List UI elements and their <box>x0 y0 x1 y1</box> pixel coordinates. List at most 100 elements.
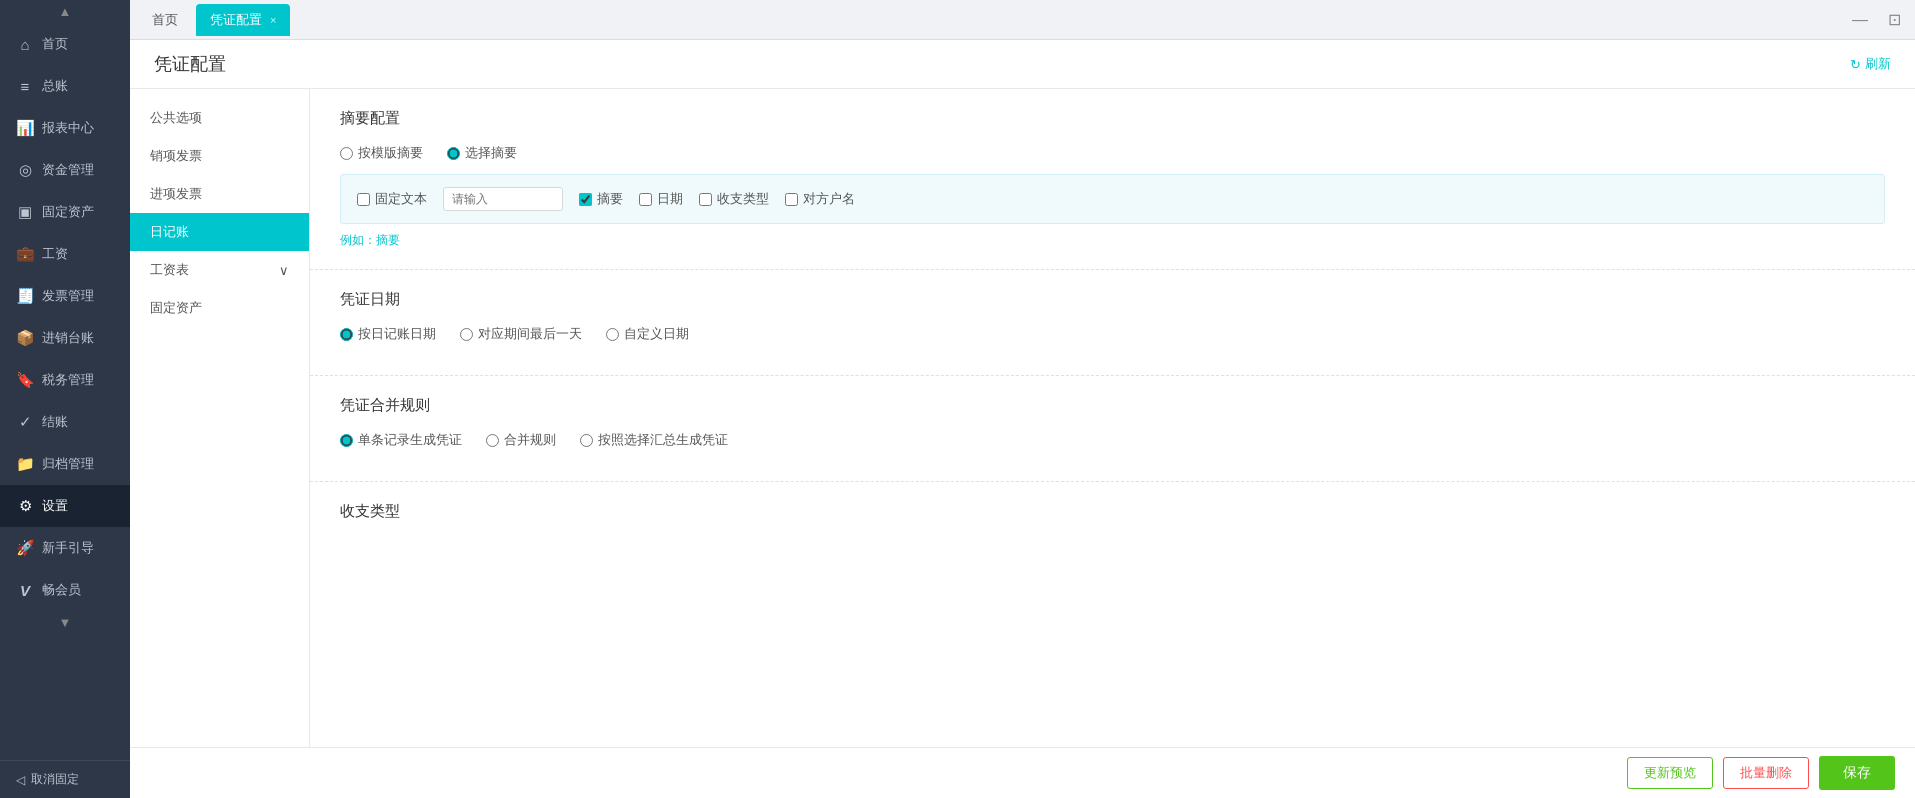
guide-icon: 🚀 <box>16 539 34 557</box>
radio-by-template[interactable]: 按模版摘要 <box>340 144 423 162</box>
summary-checkbox-row: 固定文本 摘要 日期 收支类型 <box>340 174 1885 224</box>
radio-last-day[interactable]: 对应期间最后一天 <box>460 325 582 343</box>
left-nav-item-sales-invoice[interactable]: 销项发票 <box>130 137 309 175</box>
sidebar-item-sales-purchase[interactable]: 📦 进销台账 <box>0 317 130 359</box>
update-preview-button[interactable]: 更新预览 <box>1627 757 1713 789</box>
settings-icon: ⚙ <box>16 497 34 515</box>
tab-bar: 首页 凭证配置 × — ⊡ <box>130 0 1915 40</box>
home-icon: ⌂ <box>16 36 34 53</box>
sidebar-item-invoice[interactable]: 🧾 发票管理 <box>0 275 130 317</box>
window-minimize-button[interactable]: — <box>1846 9 1874 31</box>
radio-merge-rule[interactable]: 合并规则 <box>486 431 556 449</box>
page-title: 凭证配置 <box>154 52 226 76</box>
save-button[interactable]: 保存 <box>1819 756 1895 790</box>
radio-by-template-label: 按模版摘要 <box>358 144 423 162</box>
sidebar-item-archive[interactable]: 📁 归档管理 <box>0 443 130 485</box>
checkbox-fixed-text-input[interactable] <box>357 193 370 206</box>
sidebar-item-fixed-assets[interactable]: ▣ 固定资产 <box>0 191 130 233</box>
sidebar-item-tax[interactable]: 🔖 税务管理 <box>0 359 130 401</box>
sidebar-item-label: 发票管理 <box>42 287 94 305</box>
left-nav: 公共选项 销项发票 进项发票 日记账 工资表 ∨ 固定资产 <box>130 89 310 747</box>
fixed-text-input[interactable] <box>443 187 563 211</box>
radio-custom-date-input[interactable] <box>606 328 619 341</box>
radio-merge-rule-input[interactable] <box>486 434 499 447</box>
left-nav-item-payroll-table[interactable]: 工资表 ∨ <box>130 251 309 289</box>
sidebar-item-label: 税务管理 <box>42 371 94 389</box>
sidebar-pin-toggle[interactable]: ◁ 取消固定 <box>0 760 130 798</box>
radio-by-template-input[interactable] <box>340 147 353 160</box>
checkbox-date[interactable]: 日期 <box>639 190 683 208</box>
tab-home[interactable]: 首页 <box>138 4 192 36</box>
left-nav-item-journal[interactable]: 日记账 <box>130 213 309 251</box>
sidebar-item-settlement[interactable]: ✓ 结账 <box>0 401 130 443</box>
radio-by-selection-input[interactable] <box>580 434 593 447</box>
sidebar-item-home[interactable]: ⌂ 首页 <box>0 23 130 65</box>
sidebar-item-label: 设置 <box>42 497 68 515</box>
merge-rules-radio-group: 单条记录生成凭证 合并规则 按照选择汇总生成凭证 <box>340 431 1885 449</box>
sidebar-item-report-center[interactable]: 📊 报表中心 <box>0 107 130 149</box>
radio-by-bookkeeping-input[interactable] <box>340 328 353 341</box>
radio-single-record[interactable]: 单条记录生成凭证 <box>340 431 462 449</box>
tab-voucher-config[interactable]: 凭证配置 × <box>196 4 290 36</box>
voucher-date-section: 凭证日期 按日记账日期 对应期间最后一天 自定义日期 <box>310 270 1915 376</box>
sales-icon: 📦 <box>16 329 34 347</box>
radio-single-record-label: 单条记录生成凭证 <box>358 431 462 449</box>
radio-select-summary[interactable]: 选择摘要 <box>447 144 517 162</box>
checkbox-date-input[interactable] <box>639 193 652 206</box>
summary-radio-group: 按模版摘要 选择摘要 <box>340 144 1885 162</box>
checkbox-counterpart-input[interactable] <box>785 193 798 206</box>
tab-active-label: 凭证配置 <box>210 11 262 29</box>
page-header: 凭证配置 ↻ 刷新 <box>130 40 1915 89</box>
radio-select-summary-input[interactable] <box>447 147 460 160</box>
radio-custom-date[interactable]: 自定义日期 <box>606 325 689 343</box>
checkbox-summary-input[interactable] <box>579 193 592 206</box>
fund-icon: ◎ <box>16 161 34 179</box>
checkbox-income-expense[interactable]: 收支类型 <box>699 190 769 208</box>
sidebar-item-label: 归档管理 <box>42 455 94 473</box>
radio-select-summary-label: 选择摘要 <box>465 144 517 162</box>
radio-last-day-input[interactable] <box>460 328 473 341</box>
sidebar-scroll-down[interactable]: ▼ <box>0 611 130 634</box>
report-icon: 📊 <box>16 119 34 137</box>
chevron-down-icon: ∨ <box>279 263 289 278</box>
summary-label: 摘要 <box>597 190 623 208</box>
sidebar-item-label: 资金管理 <box>42 161 94 179</box>
sidebar-item-payroll[interactable]: 💼 工资 <box>0 233 130 275</box>
sidebar-item-label: 新手引导 <box>42 539 94 557</box>
left-nav-label: 日记账 <box>150 223 189 241</box>
radio-custom-date-label: 自定义日期 <box>624 325 689 343</box>
window-restore-button[interactable]: ⊡ <box>1882 8 1907 31</box>
sidebar-item-label: 进销台账 <box>42 329 94 347</box>
left-nav-label: 公共选项 <box>150 109 202 127</box>
sidebar-item-label: 报表中心 <box>42 119 94 137</box>
left-nav-item-purchase-invoice[interactable]: 进项发票 <box>130 175 309 213</box>
refresh-button[interactable]: ↻ 刷新 <box>1850 55 1891 73</box>
checkbox-counterpart[interactable]: 对方户名 <box>785 190 855 208</box>
sidebar-item-fund-management[interactable]: ◎ 资金管理 <box>0 149 130 191</box>
income-expense-title: 收支类型 <box>340 502 1885 521</box>
sidebar-item-settings[interactable]: ⚙ 设置 <box>0 485 130 527</box>
radio-by-bookkeeping[interactable]: 按日记账日期 <box>340 325 436 343</box>
payroll-icon: 💼 <box>16 245 34 263</box>
sidebar-item-guide[interactable]: 🚀 新手引导 <box>0 527 130 569</box>
sidebar-item-membership[interactable]: V 畅会员 <box>0 569 130 611</box>
left-nav-item-fixed-assets[interactable]: 固定资产 <box>130 289 309 327</box>
checkbox-income-expense-input[interactable] <box>699 193 712 206</box>
batch-delete-button[interactable]: 批量删除 <box>1723 757 1809 789</box>
checkbox-summary[interactable]: 摘要 <box>579 190 623 208</box>
settlement-icon: ✓ <box>16 413 34 431</box>
voucher-date-title: 凭证日期 <box>340 290 1885 309</box>
archive-icon: 📁 <box>16 455 34 473</box>
sidebar-item-general-ledger[interactable]: ≡ 总账 <box>0 65 130 107</box>
radio-single-record-input[interactable] <box>340 434 353 447</box>
tab-close-icon[interactable]: × <box>270 14 276 26</box>
main-area: 首页 凭证配置 × — ⊡ 凭证配置 ↻ 刷新 公共选项 销项发票 进 <box>130 0 1915 798</box>
summary-section-title: 摘要配置 <box>340 109 1885 128</box>
sidebar-item-label: 结账 <box>42 413 68 431</box>
left-nav-item-public[interactable]: 公共选项 <box>130 99 309 137</box>
checkbox-fixed-text[interactable]: 固定文本 <box>357 190 427 208</box>
radio-by-selection[interactable]: 按照选择汇总生成凭证 <box>580 431 728 449</box>
radio-merge-rule-label: 合并规则 <box>504 431 556 449</box>
tab-bar-right: — ⊡ <box>1846 8 1907 31</box>
sidebar-scroll-up[interactable]: ▲ <box>0 0 130 23</box>
